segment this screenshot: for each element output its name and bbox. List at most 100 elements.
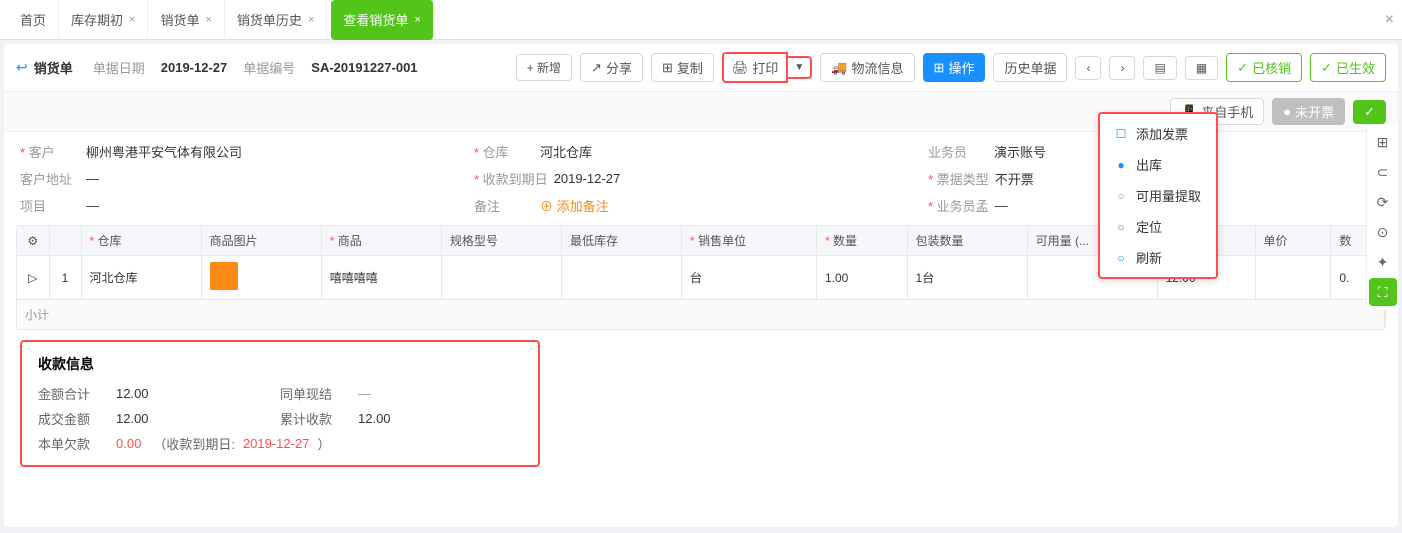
- sidebar-person-icon[interactable]: ⊙: [1369, 218, 1397, 246]
- doc-type-icon: ↩: [16, 59, 28, 76]
- tab-home[interactable]: 首页: [8, 0, 59, 40]
- history-button[interactable]: 历史单据: [993, 53, 1067, 82]
- not-open-label: 未开票: [1295, 102, 1334, 121]
- copy-icon: ⊞: [662, 60, 673, 76]
- copy-button[interactable]: ⊞ 复制: [651, 53, 714, 82]
- date-value: 2019-12-27: [161, 60, 228, 75]
- quantity-extract-icon: ○: [1114, 189, 1128, 203]
- col-quantity: 数量: [816, 226, 907, 256]
- effective-status: ✓ 已生效: [1310, 53, 1386, 82]
- same-order-label: 同单现结: [280, 384, 350, 403]
- grid2-button[interactable]: ▦: [1185, 56, 1218, 80]
- tab-view-sales[interactable]: 查看销货单 ×: [331, 0, 433, 40]
- outbound-item[interactable]: ● 出库: [1100, 149, 1216, 180]
- doc-meta: 单据日期 2019-12-27 单据编号 SA-20191227-001: [93, 58, 516, 77]
- col-warehouse: 仓库: [81, 226, 201, 256]
- add-invoice-item[interactable]: ☐ 添加发票: [1100, 118, 1216, 149]
- new-button[interactable]: + 新增: [516, 54, 572, 81]
- customer-label: 客户: [20, 142, 80, 161]
- tab-sales-label: 销货单: [160, 10, 199, 29]
- tab-sales-close[interactable]: ×: [205, 14, 211, 26]
- current-owe-label: 本单欠款: [38, 434, 108, 453]
- row-no: 1: [49, 256, 81, 300]
- number-value: SA-20191227-001: [311, 60, 417, 75]
- main-content: ↩ 销货单 单据日期 2019-12-27 单据编号 SA-20191227-0…: [4, 44, 1398, 527]
- add-note-button[interactable]: ⊕ 添加备注: [540, 196, 609, 215]
- doc-type-label: 销货单: [34, 58, 73, 77]
- quantity-extract-item[interactable]: ○ 可用量提取: [1100, 180, 1216, 211]
- col-product: 商品: [321, 226, 441, 256]
- col-no: [49, 226, 81, 256]
- col-pack-qty: 包装数量: [907, 226, 1027, 256]
- confirm-button[interactable]: ✓: [1353, 100, 1386, 124]
- main-toolbar: + 新增 ↗ 分享 ⊞ 复制 🖨 打印 ▼ 🚚 物流信息 ⊞: [516, 52, 1386, 83]
- col-unit: 销售单位: [682, 226, 817, 256]
- locate-item[interactable]: ○ 定位: [1100, 211, 1216, 242]
- ticket-label: 票据类型: [928, 169, 989, 188]
- effective-icon: ✓: [1321, 60, 1332, 76]
- payment-info-box: 收款信息 金额合计 12.00 同单现结 — 成交金额 12.00 累计收款 1…: [20, 340, 540, 467]
- confirm-icon: ✓: [1364, 104, 1375, 120]
- total-amount-label: 金额合计: [38, 384, 108, 403]
- address-label: 客户地址: [20, 169, 80, 188]
- due-date-value: 2019-12-27: [554, 171, 621, 186]
- warehouse-label: 仓库: [474, 142, 534, 161]
- note-placeholder: 添加备注: [557, 199, 609, 214]
- add-invoice-icon: ☐: [1114, 127, 1128, 141]
- warehouse-row: 仓库 河北仓库: [474, 142, 928, 161]
- tab-home-label: 首页: [20, 10, 46, 29]
- project-label: 项目: [20, 196, 80, 215]
- row-expand: ▷: [17, 256, 49, 300]
- logistics-label: 物流信息: [852, 58, 904, 77]
- salesperson-value: —: [995, 198, 1008, 213]
- sold-label: 已核销: [1252, 58, 1291, 77]
- sidebar-link-icon[interactable]: ⊂: [1369, 158, 1397, 186]
- print-button[interactable]: 🖨 打印: [722, 52, 789, 83]
- refresh-item[interactable]: ○ 刷新: [1100, 242, 1216, 273]
- project-row: 项目 —: [20, 196, 474, 215]
- operations-dropdown: ☐ 添加发票 ● 出库 ○ 可用量提取 ○ 定位 ○ 刷新: [1098, 112, 1218, 279]
- share-button[interactable]: ↗ 分享: [580, 53, 643, 82]
- customer-value: 柳州粤港平安气体有限公司: [86, 142, 242, 161]
- print-arrow[interactable]: ▼: [788, 56, 812, 79]
- not-open-button[interactable]: ● 未开票: [1272, 98, 1345, 125]
- sidebar-fullscreen-icon[interactable]: ⛶: [1369, 278, 1397, 306]
- sidebar-sync-icon[interactable]: ⟳: [1369, 188, 1397, 216]
- tab-view-sales-close[interactable]: ×: [414, 14, 420, 26]
- col-unit-price: 单价: [1255, 226, 1331, 256]
- current-owe-value: 0.00: [116, 436, 141, 451]
- logistics-button[interactable]: 🚚 物流信息: [820, 53, 914, 82]
- locate-label: 定位: [1136, 217, 1162, 236]
- tab-inventory[interactable]: 库存期初 ×: [59, 0, 148, 40]
- bottom-section: 收款信息 金额合计 12.00 同单现结 — 成交金额 12.00 累计收款 1…: [4, 330, 1398, 477]
- tab-inventory-label: 库存期初: [71, 10, 123, 29]
- owe-close-bracket: ）: [317, 434, 330, 453]
- print-label: 打印: [752, 58, 778, 77]
- logistics-icon: 🚚: [831, 60, 847, 76]
- next-button[interactable]: ›: [1109, 56, 1135, 80]
- accumulated-value: 12.00: [358, 411, 391, 426]
- sidebar-copy-icon[interactable]: ⊞: [1369, 128, 1397, 156]
- operations-button[interactable]: ⊞ 操作: [923, 53, 986, 82]
- col-spec: 规格型号: [441, 226, 561, 256]
- customer-row: 客户 柳州粤港平安气体有限公司: [20, 142, 474, 161]
- total-amount-value: 12.00: [116, 386, 149, 401]
- outbound-label: 出库: [1136, 155, 1162, 174]
- row-image: [201, 256, 321, 300]
- operations-label: 操作: [948, 58, 974, 77]
- accumulated-item: 累计收款 12.00: [280, 409, 522, 428]
- quantity-extract-label: 可用量提取: [1136, 186, 1201, 205]
- close-window-icon[interactable]: ×: [1385, 11, 1394, 29]
- prev-button[interactable]: ‹: [1075, 56, 1101, 80]
- history-label: 历史单据: [1004, 58, 1056, 77]
- tab-sales[interactable]: 销货单 ×: [148, 0, 224, 40]
- grid1-button[interactable]: ▤: [1143, 56, 1176, 80]
- tab-sales-history[interactable]: 销货单历史 ×: [225, 0, 327, 40]
- tab-inventory-close[interactable]: ×: [129, 14, 135, 26]
- due-date-note: 2019-12-27: [243, 436, 310, 451]
- sidebar-star-icon[interactable]: ✦: [1369, 248, 1397, 276]
- tab-sales-history-close[interactable]: ×: [308, 14, 314, 26]
- due-date-label: 收款到期日: [474, 169, 548, 188]
- same-order-item: 同单现结 —: [280, 384, 522, 403]
- locate-icon: ○: [1114, 220, 1128, 234]
